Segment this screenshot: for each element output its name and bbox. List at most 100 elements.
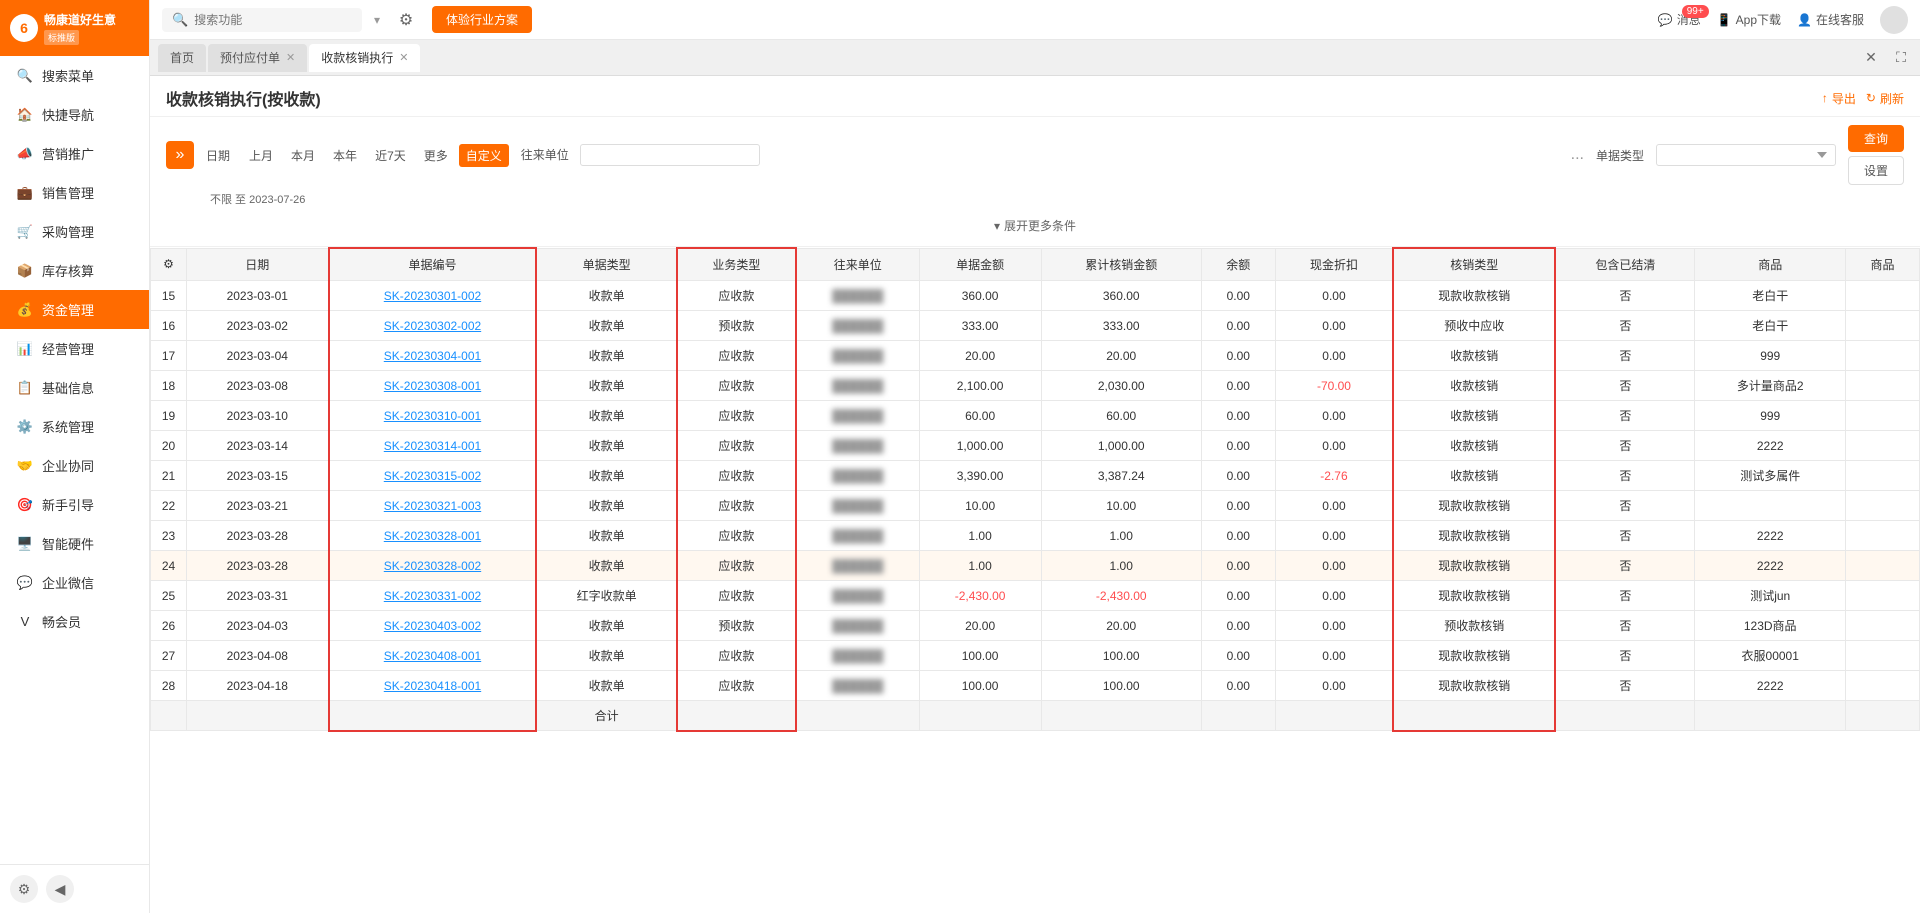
sidebar-logo: 6 畅康道好生意 标推版 (0, 0, 149, 56)
doc-number-link[interactable]: SK-20230321-003 (384, 499, 481, 513)
more-dots[interactable]: ... (1571, 146, 1584, 164)
cell-include-cleared: 否 (1555, 401, 1695, 431)
table-row: 17 2023-03-04 SK-20230304-001 收款单 应收款 ██… (151, 341, 1920, 371)
message-btn[interactable]: 💬 消息 99+ (1658, 11, 1701, 28)
expand-bar[interactable]: ▾ 展开更多条件 (166, 213, 1904, 238)
cell-cash-discount (1275, 701, 1393, 731)
date-btn-this-year[interactable]: 本年 (326, 144, 364, 167)
tab-verify-label: 收款核销执行 (321, 49, 393, 66)
doc-number-link[interactable]: SK-20230331-002 (384, 589, 481, 603)
cell-include-cleared: 否 (1555, 581, 1695, 611)
date-btn-this-month[interactable]: 本月 (284, 144, 322, 167)
cell-doc-type: 收款单 (536, 551, 676, 581)
sidebar-item-system[interactable]: ⚙️ 系统管理 (0, 407, 149, 446)
doc-type-select[interactable] (1656, 144, 1836, 166)
sidebar-item-marketing[interactable]: 📣 营销推广 (0, 134, 149, 173)
online-service-btn[interactable]: 👤 在线客服 (1797, 11, 1864, 28)
gear-icon[interactable]: ⚙ (392, 6, 420, 34)
cell-biz-type: 应收款 (677, 341, 796, 371)
doc-number-link[interactable]: SK-20230314-001 (384, 439, 481, 453)
sidebar-item-quick-nav[interactable]: 🏠 快捷导航 (0, 95, 149, 134)
sidebar-item-wechat[interactable]: 💬 企业微信 (0, 563, 149, 602)
date-label: 日期 (206, 147, 230, 164)
date-btn-7days[interactable]: 近7天 (368, 144, 413, 167)
sidebar-item-inventory[interactable]: 📦 库存核算 (0, 251, 149, 290)
tab-home[interactable]: 首页 (158, 44, 206, 72)
sidebar-label-hardware: 智能硬件 (42, 534, 94, 553)
sidebar-item-purchase[interactable]: 🛒 采购管理 (0, 212, 149, 251)
sidebar-item-member[interactable]: V 畅会员 (0, 602, 149, 641)
settings-bottom-btn[interactable]: ⚙ (10, 875, 38, 903)
tab-verify[interactable]: 收款核销执行 ✕ (309, 44, 420, 72)
doc-number-link[interactable]: SK-20230408-001 (384, 649, 481, 663)
sidebar-item-hardware[interactable]: 🖥️ 智能硬件 (0, 524, 149, 563)
sidebar-item-search[interactable]: 🔍 搜索菜单 (0, 56, 149, 95)
cell-date: 2023-03-04 (187, 341, 329, 371)
doc-number-link[interactable]: SK-20230403-002 (384, 619, 481, 633)
cell-product2 (1846, 461, 1920, 491)
cell-verify-type: 预收款核销 (1393, 611, 1555, 641)
date-btn-more[interactable]: 更多 (417, 144, 455, 167)
solution-button[interactable]: 体验行业方案 (432, 6, 532, 33)
user-avatar[interactable] (1880, 6, 1908, 34)
cell-balance: 0.00 (1201, 311, 1275, 341)
cell-verify-type: 现款收款核销 (1393, 671, 1555, 701)
cell-partner: ██████ (796, 581, 919, 611)
sidebar-item-enterprise[interactable]: 🤝 企业协同 (0, 446, 149, 485)
doc-number-link[interactable]: SK-20230418-001 (384, 679, 481, 693)
doc-number-link[interactable]: SK-20230328-001 (384, 529, 481, 543)
maximize-tab-btn[interactable]: ⛶ (1890, 47, 1912, 69)
date-btn-custom[interactable]: 自定义 (459, 144, 509, 167)
topbar-search-box[interactable]: 🔍 (162, 8, 362, 32)
export-button[interactable]: ↑ 导出 (1822, 90, 1856, 107)
date-btn-last-month[interactable]: 上月 (242, 144, 280, 167)
home-icon: 🏠 (16, 106, 34, 124)
cell-product1: 衣服00001 (1695, 641, 1846, 671)
page-title: 收款核销执行(按收款) (166, 86, 321, 110)
doc-number-link[interactable]: SK-20230302-002 (384, 319, 481, 333)
cell-balance: 0.00 (1201, 581, 1275, 611)
filter-expand-left[interactable]: » (166, 141, 194, 169)
doc-number-link[interactable]: SK-20230308-001 (384, 379, 481, 393)
cell-date: 2023-03-15 (187, 461, 329, 491)
cell-doc-type: 收款单 (536, 671, 676, 701)
sidebar-item-sales[interactable]: 💼 销售管理 (0, 173, 149, 212)
tab-prepay-close[interactable]: ✕ (286, 51, 295, 64)
message-badge: 99+ (1682, 5, 1709, 18)
table-row: 16 2023-03-02 SK-20230302-002 收款单 预收款 ██… (151, 311, 1920, 341)
cell-product2 (1846, 551, 1920, 581)
cell-doc-number: SK-20230403-002 (329, 611, 537, 641)
sidebar-item-guide[interactable]: 🎯 新手引导 (0, 485, 149, 524)
sidebar-item-operation[interactable]: 📊 经营管理 (0, 329, 149, 368)
doc-type-label: 单据类型 (1596, 147, 1644, 164)
partner-input[interactable] (580, 144, 760, 166)
col-header-settings[interactable]: ⚙ (151, 248, 187, 281)
cell-num: 15 (151, 281, 187, 311)
topbar-right: 💬 消息 99+ 📱 App下载 👤 在线客服 (1658, 6, 1908, 34)
doc-number-link[interactable]: SK-20230328-002 (384, 559, 481, 573)
sidebar-item-basic[interactable]: 📋 基础信息 (0, 368, 149, 407)
query-button[interactable]: 查询 (1848, 125, 1904, 152)
inventory-icon: 📦 (16, 262, 34, 280)
filter-row-1: » 日期 上月 本月 本年 近7天 更多 自定义 往来单位 ... 单据类型 查… (166, 125, 1904, 185)
cell-date: 2023-03-02 (187, 311, 329, 341)
doc-number-link[interactable]: SK-20230304-001 (384, 349, 481, 363)
doc-number-link[interactable]: SK-20230315-002 (384, 469, 481, 483)
refresh-button[interactable]: ↻ 刷新 (1866, 90, 1904, 107)
sidebar-item-finance[interactable]: 💰 资金管理 (0, 290, 149, 329)
filter-settings-button[interactable]: 设置 (1848, 156, 1904, 185)
tab-verify-close[interactable]: ✕ (399, 51, 408, 64)
cell-verify-amount: 360.00 (1041, 281, 1201, 311)
settings-icon[interactable]: ⚙ (163, 257, 174, 271)
search-input[interactable] (194, 13, 344, 27)
dropdown-arrow[interactable]: ▾ (374, 13, 380, 27)
collapse-btn[interactable]: ◀ (46, 875, 74, 903)
cell-partner: ██████ (796, 311, 919, 341)
doc-number-link[interactable]: SK-20230310-001 (384, 409, 481, 423)
close-tab-btn[interactable]: ✕ (1860, 47, 1882, 69)
enterprise-icon: 🤝 (16, 457, 34, 475)
col-header-balance: 余额 (1201, 248, 1275, 281)
tab-prepay[interactable]: 预付应付单 ✕ (208, 44, 307, 72)
app-download-btn[interactable]: 📱 App下载 (1717, 11, 1781, 28)
doc-number-link[interactable]: SK-20230301-002 (384, 289, 481, 303)
